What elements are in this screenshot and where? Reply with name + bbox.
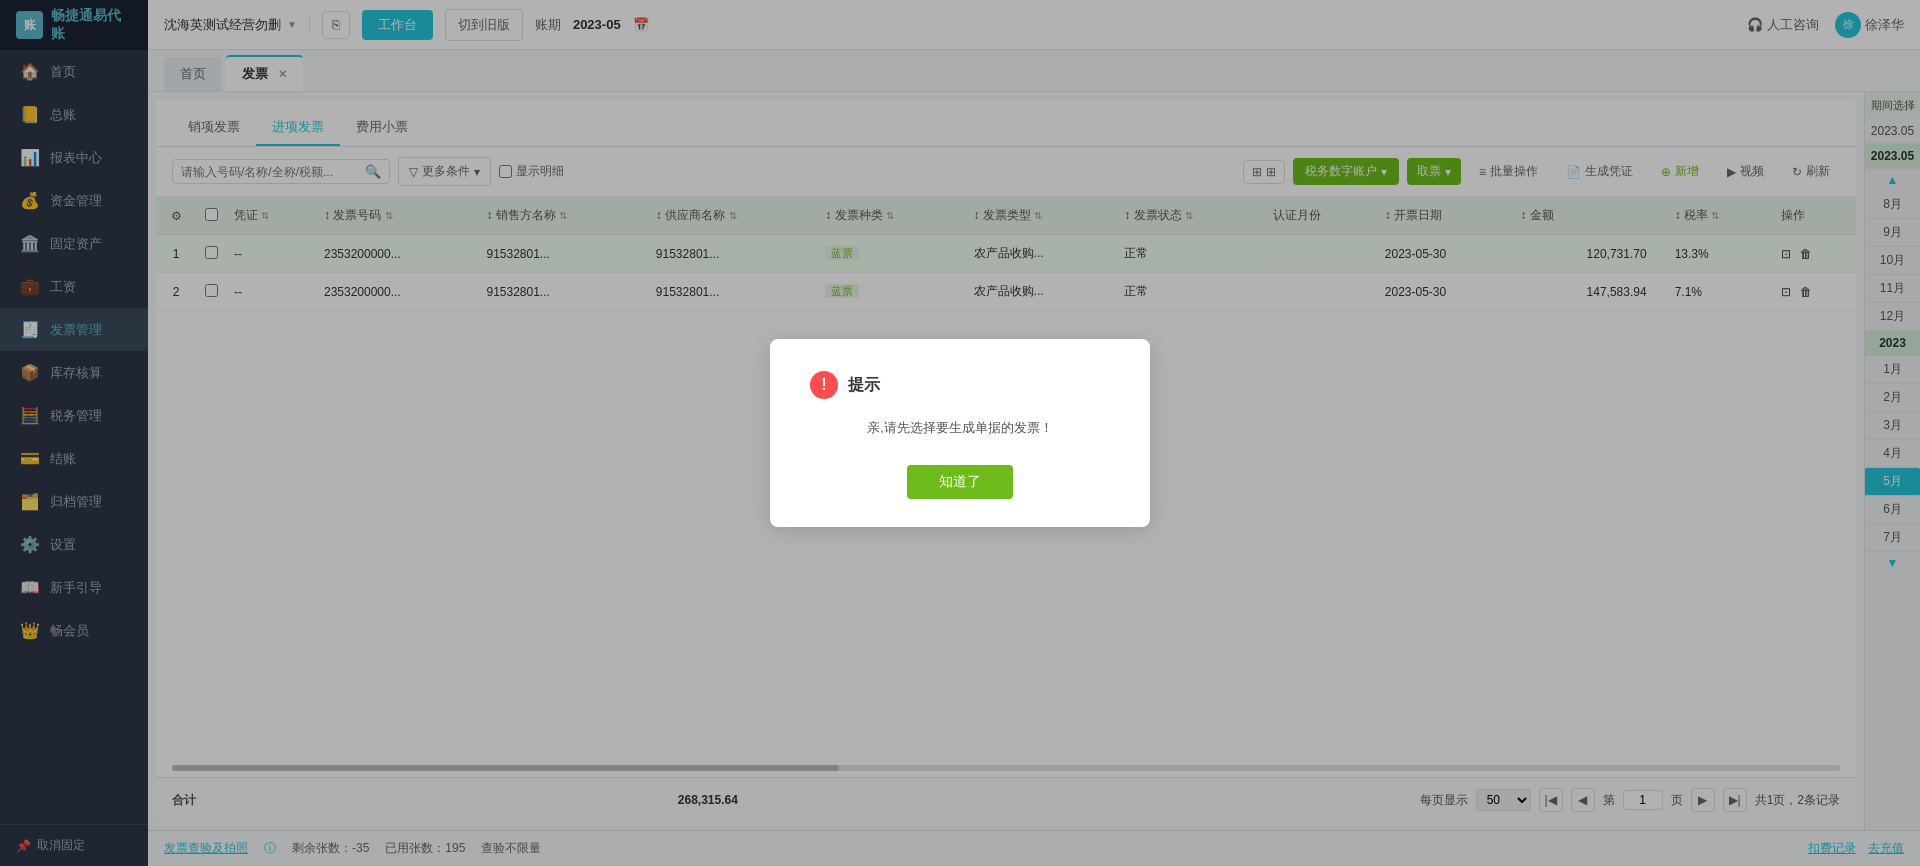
dialog-message: 亲,请先选择要生成单据的发票！	[810, 419, 1110, 437]
prompt-dialog: ! 提示 亲,请先选择要生成单据的发票！ 知道了	[770, 339, 1150, 527]
dialog-header: ! 提示	[810, 371, 1110, 399]
dialog-ok-btn[interactable]: 知道了	[907, 465, 1013, 499]
dialog-warning-icon: !	[810, 371, 838, 399]
dialog-footer: 知道了	[810, 465, 1110, 499]
dialog-overlay[interactable]: ! 提示 亲,请先选择要生成单据的发票！ 知道了	[0, 0, 1920, 866]
dialog-title: 提示	[848, 375, 880, 396]
